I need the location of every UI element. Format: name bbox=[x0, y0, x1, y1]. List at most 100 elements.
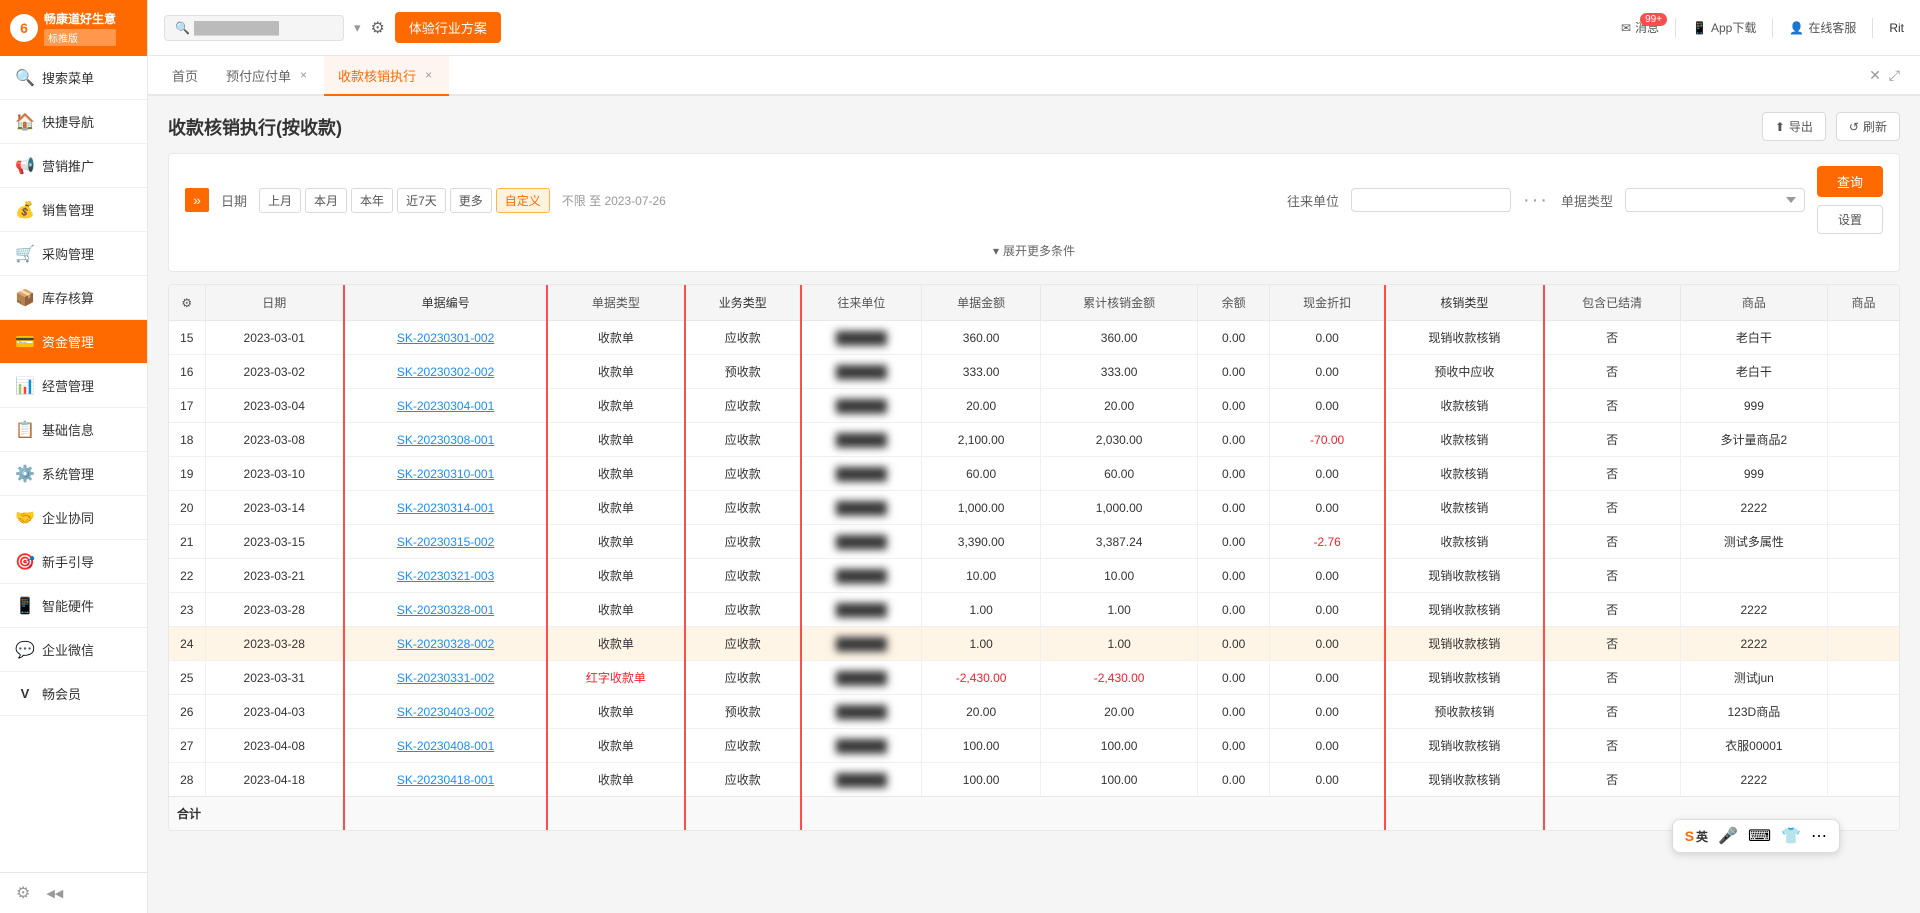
row-bill-no[interactable]: SK-20230308-001 bbox=[344, 423, 547, 457]
topbar-search[interactable]: 🔍 ██████████ bbox=[164, 15, 344, 41]
row-bill-no-link[interactable]: SK-20230418-001 bbox=[397, 773, 494, 787]
sidebar-item-corp[interactable]: 🤝 企业协同 bbox=[0, 496, 147, 540]
sidebar-logo: 6 畅康道好生意 标推版 bbox=[0, 0, 147, 56]
table-row: 252023-03-31SK-20230331-002红字收款单应收款█████… bbox=[169, 661, 1899, 695]
row-bill-no[interactable]: SK-20230304-001 bbox=[344, 389, 547, 423]
sidebar-item-search[interactable]: 🔍 搜索菜单 bbox=[0, 56, 147, 100]
row-bill-no[interactable]: SK-20230315-002 bbox=[344, 525, 547, 559]
row-bill-no[interactable]: SK-20230302-002 bbox=[344, 355, 547, 389]
industry-solution-button[interactable]: 体验行业方案 bbox=[395, 12, 501, 43]
ime-keyboard-icon[interactable]: ⌨ bbox=[1748, 826, 1771, 846]
sidebar-item-member[interactable]: V 畅会员 bbox=[0, 672, 147, 716]
more-date-button[interactable]: 更多 bbox=[450, 188, 492, 213]
col-header-amount: 单据金额 bbox=[922, 285, 1041, 321]
row-bill-no[interactable]: SK-20230310-001 bbox=[344, 457, 547, 491]
ime-mic-icon[interactable]: 🎤 bbox=[1718, 826, 1738, 846]
settings-icon[interactable]: ⚙ bbox=[16, 883, 30, 903]
refresh-button[interactable]: ↺ 刷新 bbox=[1836, 112, 1900, 141]
row-bill-no[interactable]: SK-20230321-003 bbox=[344, 559, 547, 593]
export-button[interactable]: ⬆ 导出 bbox=[1762, 112, 1826, 141]
row-bill-no-link[interactable]: SK-20230403-002 bbox=[397, 705, 494, 719]
footer-included bbox=[1544, 797, 1681, 831]
row-bill-no[interactable]: SK-20230314-001 bbox=[344, 491, 547, 525]
row-bill-no-link[interactable]: SK-20230408-001 bbox=[397, 739, 494, 753]
row-goods1: 2222 bbox=[1680, 491, 1827, 525]
row-bill-no[interactable]: SK-20230328-001 bbox=[344, 593, 547, 627]
table-scroll[interactable]: ⚙ 日期 单据编号 单据类型 业务类型 往来单位 单据金额 累计核销金额 余额 … bbox=[169, 285, 1899, 830]
custom-date-button[interactable]: 自定义 bbox=[496, 188, 550, 213]
row-biz-type: 应收款 bbox=[685, 389, 801, 423]
sidebar-item-inventory[interactable]: 📦 库存核算 bbox=[0, 276, 147, 320]
sidebar-item-wechat[interactable]: 💬 企业微信 bbox=[0, 628, 147, 672]
row-cash-discount: -70.00 bbox=[1270, 423, 1385, 457]
collapse-icon[interactable]: ◀◀ bbox=[46, 887, 63, 900]
tab-pre-receivable[interactable]: 预付应付单 × bbox=[212, 56, 324, 96]
filter-settings-button[interactable]: 设置 bbox=[1817, 205, 1883, 234]
last-7-days-button[interactable]: 近7天 bbox=[397, 188, 446, 213]
ime-more-icon[interactable]: ⋯ bbox=[1811, 826, 1827, 846]
close-window-icon[interactable]: ✕ bbox=[1869, 67, 1881, 84]
tab-close-icon[interactable]: × bbox=[297, 67, 310, 83]
this-month-button[interactable]: 本月 bbox=[305, 188, 347, 213]
app-download-button[interactable]: 📱 App下载 bbox=[1692, 19, 1756, 36]
query-button[interactable]: 查询 bbox=[1817, 166, 1883, 197]
partner-input[interactable] bbox=[1351, 188, 1511, 212]
row-bill-no[interactable]: SK-20230403-002 bbox=[344, 695, 547, 729]
sidebar-item-finance[interactable]: 💳 资金管理 bbox=[0, 320, 147, 364]
ime-logo-s: S bbox=[1685, 828, 1694, 844]
row-bill-type: 收款单 bbox=[547, 763, 684, 797]
row-bill-no-link[interactable]: SK-20230301-002 bbox=[397, 331, 494, 345]
sidebar-item-basic[interactable]: 📋 基础信息 bbox=[0, 408, 147, 452]
sidebar-item-label: 营销推广 bbox=[42, 156, 94, 175]
row-bill-no[interactable]: SK-20230301-002 bbox=[344, 321, 547, 355]
row-bill-no-link[interactable]: SK-20230314-001 bbox=[397, 501, 494, 515]
row-bill-no-link[interactable]: SK-20230328-001 bbox=[397, 603, 494, 617]
row-no: 20 bbox=[169, 491, 205, 525]
row-included: 否 bbox=[1544, 661, 1681, 695]
row-bill-no[interactable]: SK-20230331-002 bbox=[344, 661, 547, 695]
data-table-container: ⚙ 日期 单据编号 单据类型 业务类型 往来单位 单据金额 累计核销金额 余额 … bbox=[168, 284, 1900, 831]
expand-more-row[interactable]: ▾ 展开更多条件 bbox=[185, 242, 1883, 259]
tab-home[interactable]: 首页 bbox=[158, 56, 212, 96]
user-profile[interactable]: Rit bbox=[1889, 21, 1904, 35]
this-year-button[interactable]: 本年 bbox=[351, 188, 393, 213]
row-bill-no-link[interactable]: SK-20230310-001 bbox=[397, 467, 494, 481]
tab-collection-cancel[interactable]: 收款核销执行 × bbox=[324, 56, 449, 96]
last-month-button[interactable]: 上月 bbox=[259, 188, 301, 213]
more-options-icon[interactable]: ··· bbox=[1523, 189, 1549, 212]
tab-close-icon2[interactable]: × bbox=[422, 67, 435, 83]
row-bill-no[interactable]: SK-20230408-001 bbox=[344, 729, 547, 763]
row-bill-no-link[interactable]: SK-20230315-002 bbox=[397, 535, 494, 549]
sidebar-item-sales[interactable]: 💰 销售管理 bbox=[0, 188, 147, 232]
row-biz-type: 应收款 bbox=[685, 593, 801, 627]
partner-label: 往来单位 bbox=[1287, 191, 1339, 210]
sidebar-item-system[interactable]: ⚙️ 系统管理 bbox=[0, 452, 147, 496]
sidebar-item-hardware[interactable]: 📱 智能硬件 bbox=[0, 584, 147, 628]
row-bill-no-link[interactable]: SK-20230328-002 bbox=[397, 637, 494, 651]
row-bill-no[interactable]: SK-20230418-001 bbox=[344, 763, 547, 797]
filter-expand-button[interactable]: » bbox=[185, 188, 209, 212]
sidebar-item-operations[interactable]: 📊 经营管理 bbox=[0, 364, 147, 408]
col-header-settings[interactable]: ⚙ bbox=[169, 285, 205, 321]
sidebar-item-purchase[interactable]: 🛒 采购管理 bbox=[0, 232, 147, 276]
row-bill-no-link[interactable]: SK-20230302-002 bbox=[397, 365, 494, 379]
message-button[interactable]: ✉ 消息 99+ bbox=[1621, 19, 1659, 36]
service-button[interactable]: 👤 在线客服 bbox=[1789, 19, 1856, 36]
chevron-down-icon[interactable]: ▾ bbox=[354, 20, 361, 36]
row-bill-no-link[interactable]: SK-20230304-001 bbox=[397, 399, 494, 413]
table-settings-icon[interactable]: ⚙ bbox=[181, 296, 192, 310]
row-bill-no-link[interactable]: SK-20230321-003 bbox=[397, 569, 494, 583]
row-bill-no-link[interactable]: SK-20230308-001 bbox=[397, 433, 494, 447]
row-bill-no-link[interactable]: SK-20230331-002 bbox=[397, 671, 494, 685]
ime-shirt-icon[interactable]: 👕 bbox=[1781, 826, 1801, 846]
settings-icon[interactable]: ⚙ bbox=[371, 18, 385, 38]
sidebar-item-quick-nav[interactable]: 🏠 快捷导航 bbox=[0, 100, 147, 144]
maximize-icon[interactable]: ⤢ bbox=[1889, 67, 1900, 84]
row-bill-no[interactable]: SK-20230328-002 bbox=[344, 627, 547, 661]
sidebar-item-marketing[interactable]: 📢 营销推广 bbox=[0, 144, 147, 188]
row-amount: 1,000.00 bbox=[922, 491, 1041, 525]
sidebar-item-guide[interactable]: 🎯 新手引导 bbox=[0, 540, 147, 584]
row-amount: 333.00 bbox=[922, 355, 1041, 389]
bill-type-select[interactable] bbox=[1625, 188, 1805, 212]
row-cancel-amount: 10.00 bbox=[1041, 559, 1198, 593]
